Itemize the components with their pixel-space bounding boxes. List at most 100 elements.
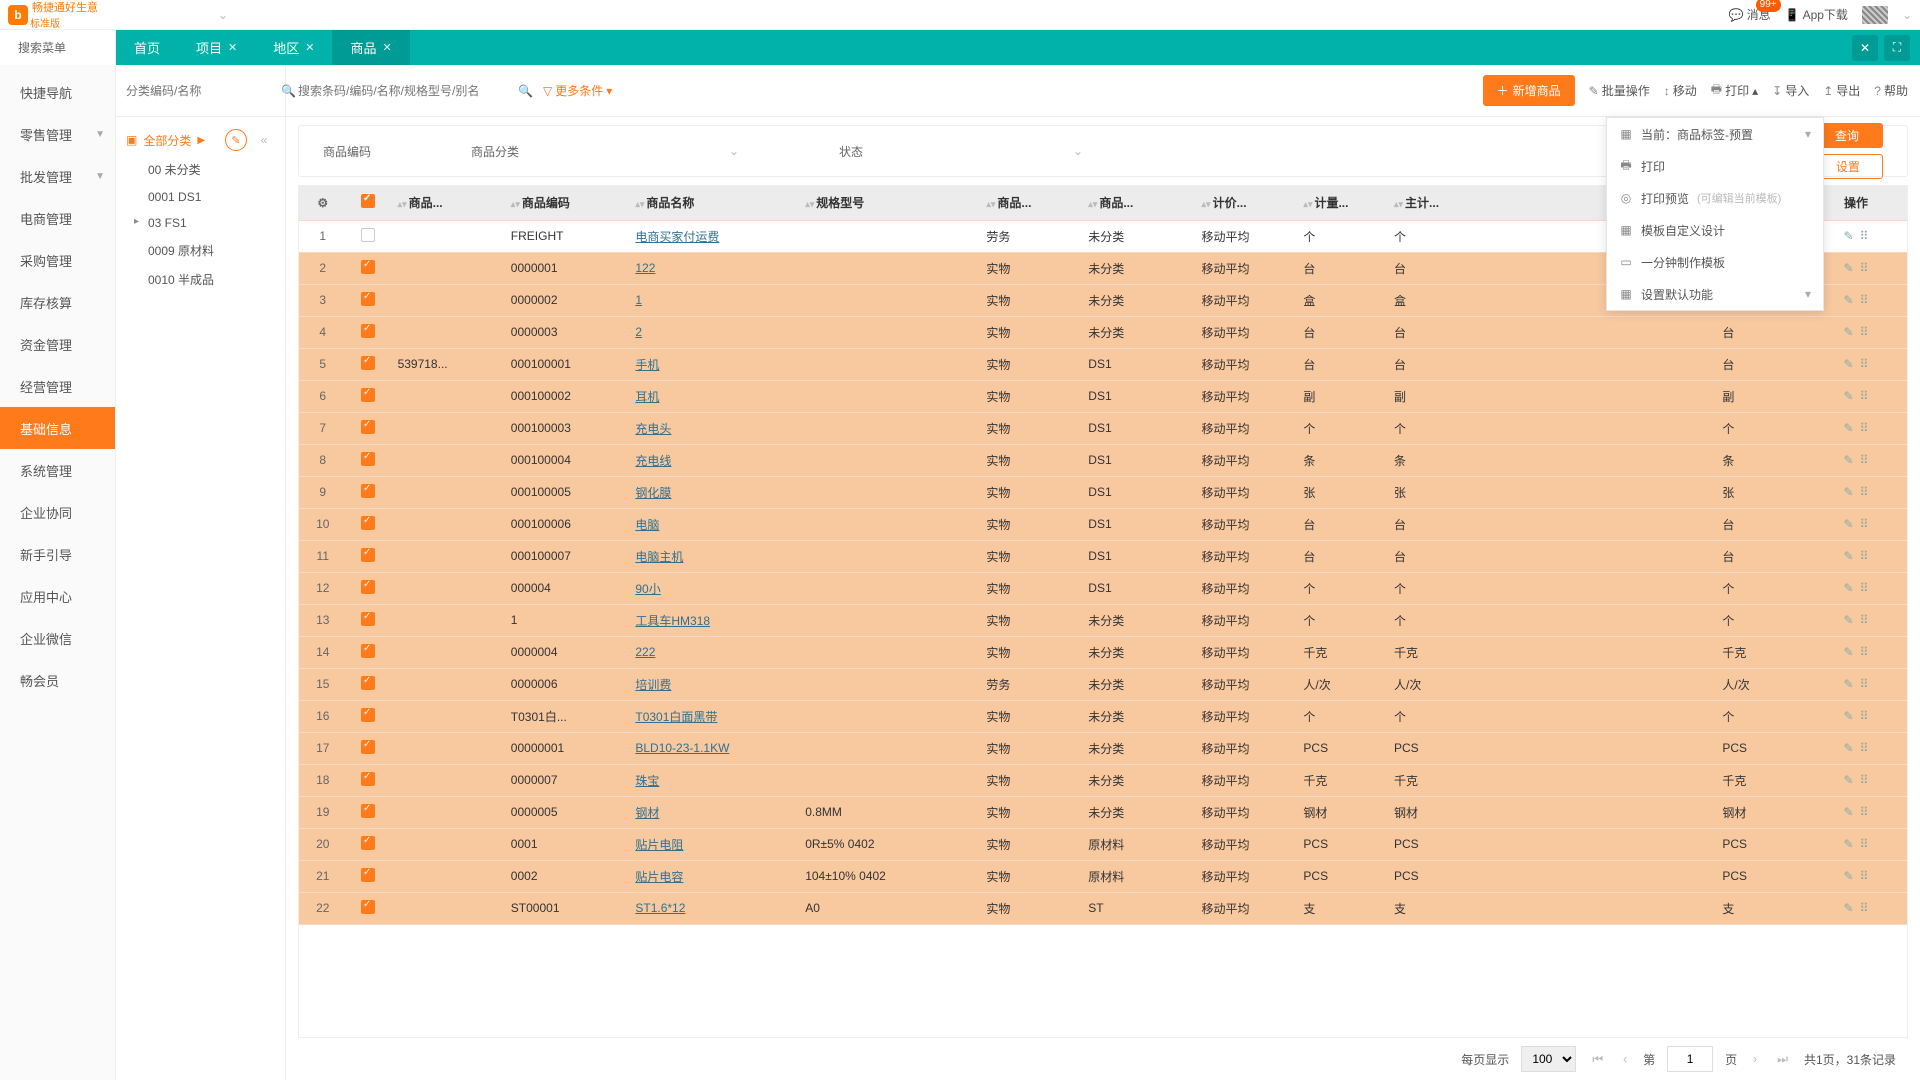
- table-row[interactable]: 8000100004充电线实物DS1移动平均条条条✎⠿: [299, 444, 1907, 476]
- row-checkbox[interactable]: [347, 220, 390, 252]
- row-checkbox[interactable]: [347, 828, 390, 860]
- row-checkbox[interactable]: [347, 252, 390, 284]
- table-row[interactable]: 16T0301白...T0301白面黑带实物未分类移动平均个个个✎⠿: [299, 700, 1907, 732]
- row-checkbox[interactable]: [347, 700, 390, 732]
- col-check-all[interactable]: [347, 186, 390, 220]
- edit-icon[interactable]: ✎: [1844, 581, 1854, 595]
- move-link[interactable]: ↕移动: [1664, 82, 1697, 99]
- pager-prev-button[interactable]: ‹: [1619, 1052, 1631, 1066]
- avatar[interactable]: [1862, 6, 1888, 24]
- more-icon[interactable]: ⠿: [1860, 357, 1869, 371]
- nav-新手引导[interactable]: 新手引导: [0, 533, 115, 575]
- table-row[interactable]: 6000100002耳机实物DS1移动平均副副副✎⠿: [299, 380, 1907, 412]
- row-checkbox[interactable]: [347, 348, 390, 380]
- batch-ops-link[interactable]: ✎批量操作: [1589, 82, 1650, 99]
- print-menu-item[interactable]: ▦模板自定义设计: [1607, 214, 1823, 246]
- col-barcode[interactable]: ▴▾商品...: [390, 186, 503, 220]
- edit-icon[interactable]: ✎: [1844, 453, 1854, 467]
- cell-name[interactable]: 122: [627, 252, 797, 284]
- row-checkbox[interactable]: [347, 540, 390, 572]
- edit-icon[interactable]: ✎: [1844, 293, 1854, 307]
- table-row[interactable]: 10000100006电脑实物DS1移动平均台台台✎⠿: [299, 508, 1907, 540]
- filter-category-select[interactable]: ⌄: [549, 144, 739, 159]
- col-unit2[interactable]: ▴▾主计...: [1386, 186, 1477, 220]
- edit-icon[interactable]: ✎: [1844, 901, 1854, 915]
- import-link[interactable]: ↧导入: [1772, 82, 1809, 99]
- print-menu-item[interactable]: ▦设置默认功能▾: [1607, 278, 1823, 310]
- col-category[interactable]: ▴▾商品...: [1080, 186, 1193, 220]
- table-row[interactable]: 180000007珠宝实物未分类移动平均千克千克千克✎⠿: [299, 764, 1907, 796]
- row-checkbox[interactable]: [347, 476, 390, 508]
- nav-应用中心[interactable]: 应用中心: [0, 575, 115, 617]
- more-icon[interactable]: ⠿: [1860, 837, 1869, 851]
- fullscreen-button[interactable]: ⛶: [1884, 35, 1910, 61]
- edit-category-button[interactable]: ✎: [225, 129, 247, 151]
- export-link[interactable]: ↥导出: [1823, 82, 1860, 99]
- close-icon[interactable]: ✕: [383, 41, 392, 54]
- edit-icon[interactable]: ✎: [1844, 709, 1854, 723]
- edit-icon[interactable]: ✎: [1844, 517, 1854, 531]
- row-checkbox[interactable]: [347, 572, 390, 604]
- pager-page-input[interactable]: [1667, 1046, 1713, 1072]
- cell-name[interactable]: 电脑: [627, 508, 797, 540]
- pager-next-button[interactable]: ›: [1749, 1052, 1761, 1066]
- cell-name[interactable]: 钢材: [627, 796, 797, 828]
- search-icon[interactable]: 🔍: [518, 84, 533, 98]
- cell-name[interactable]: 贴片电阻: [627, 828, 797, 860]
- edit-icon[interactable]: ✎: [1844, 869, 1854, 883]
- row-checkbox[interactable]: [347, 860, 390, 892]
- cell-name[interactable]: 电商买家付运费: [627, 220, 797, 252]
- cell-name[interactable]: 1: [627, 284, 797, 316]
- nav-畅会员[interactable]: 畅会员: [0, 659, 115, 701]
- table-row[interactable]: 11000100007电脑主机实物DS1移动平均台台台✎⠿: [299, 540, 1907, 572]
- table-row[interactable]: 1700000001BLD10-23-1.1KW实物未分类移动平均PCSPCSP…: [299, 732, 1907, 764]
- tree-node[interactable]: 00 未分类: [116, 155, 285, 184]
- print-menu-item[interactable]: 🖶打印: [1607, 150, 1823, 182]
- col-settings[interactable]: ⚙: [299, 186, 347, 220]
- edit-icon[interactable]: ✎: [1844, 229, 1854, 243]
- more-icon[interactable]: ⠿: [1860, 901, 1869, 915]
- nav-系统管理[interactable]: 系统管理: [0, 449, 115, 491]
- table-row[interactable]: 22ST00001ST1.6*12A0实物ST移动平均支支支✎⠿: [299, 892, 1907, 924]
- cell-name[interactable]: 珠宝: [627, 764, 797, 796]
- col-type[interactable]: ▴▾商品...: [978, 186, 1080, 220]
- table-row[interactable]: 210002贴片电容104±10% 0402实物原材料移动平均PCSPCSPCS…: [299, 860, 1907, 892]
- category-search[interactable]: 🔍: [116, 65, 286, 116]
- cell-name[interactable]: 2: [627, 316, 797, 348]
- row-checkbox[interactable]: [347, 796, 390, 828]
- row-checkbox[interactable]: [347, 732, 390, 764]
- cell-name[interactable]: 90小: [627, 572, 797, 604]
- more-icon[interactable]: ⠿: [1860, 549, 1869, 563]
- nav-经营管理[interactable]: 经营管理: [0, 365, 115, 407]
- messages-link[interactable]: 💬 消息 99+: [1729, 6, 1771, 23]
- edit-icon[interactable]: ✎: [1844, 485, 1854, 499]
- tab-地区[interactable]: 地区✕: [255, 30, 332, 65]
- nav-电商管理[interactable]: 电商管理: [0, 197, 115, 239]
- edit-icon[interactable]: ✎: [1844, 741, 1854, 755]
- more-icon[interactable]: ⠿: [1860, 677, 1869, 691]
- more-icon[interactable]: ⠿: [1860, 741, 1869, 755]
- grid-search-input[interactable]: [298, 84, 508, 98]
- edit-icon[interactable]: ✎: [1844, 389, 1854, 403]
- table-row[interactable]: 140000004222实物未分类移动平均千克千克千克✎⠿: [299, 636, 1907, 668]
- more-icon[interactable]: ⠿: [1860, 773, 1869, 787]
- row-checkbox[interactable]: [347, 604, 390, 636]
- more-icon[interactable]: ⠿: [1860, 485, 1869, 499]
- table-row[interactable]: 400000032实物未分类移动平均台台台✎⠿: [299, 316, 1907, 348]
- print-menu-item[interactable]: ▭一分钟制作模板: [1607, 246, 1823, 278]
- more-icon[interactable]: ⠿: [1860, 645, 1869, 659]
- nav-零售管理[interactable]: 零售管理▼: [0, 113, 115, 155]
- nav-基础信息[interactable]: 基础信息: [0, 407, 115, 449]
- table-row[interactable]: 5539718...000100001手机实物DS1移动平均台台台✎⠿: [299, 348, 1907, 380]
- print-current-template[interactable]: ▦ 当前：商品标签-预置 ▾: [1607, 118, 1823, 150]
- col-name[interactable]: ▴▾商品名称: [627, 186, 797, 220]
- help-link[interactable]: ?帮助: [1874, 82, 1908, 99]
- cell-name[interactable]: BLD10-23-1.1KW: [627, 732, 797, 764]
- edit-icon[interactable]: ✎: [1844, 805, 1854, 819]
- row-checkbox[interactable]: [347, 284, 390, 316]
- tab-项目[interactable]: 项目✕: [178, 30, 255, 65]
- nav-采购管理[interactable]: 采购管理: [0, 239, 115, 281]
- col-unit1[interactable]: ▴▾计量...: [1295, 186, 1386, 220]
- cell-name[interactable]: T0301白面黑带: [627, 700, 797, 732]
- row-checkbox[interactable]: [347, 892, 390, 924]
